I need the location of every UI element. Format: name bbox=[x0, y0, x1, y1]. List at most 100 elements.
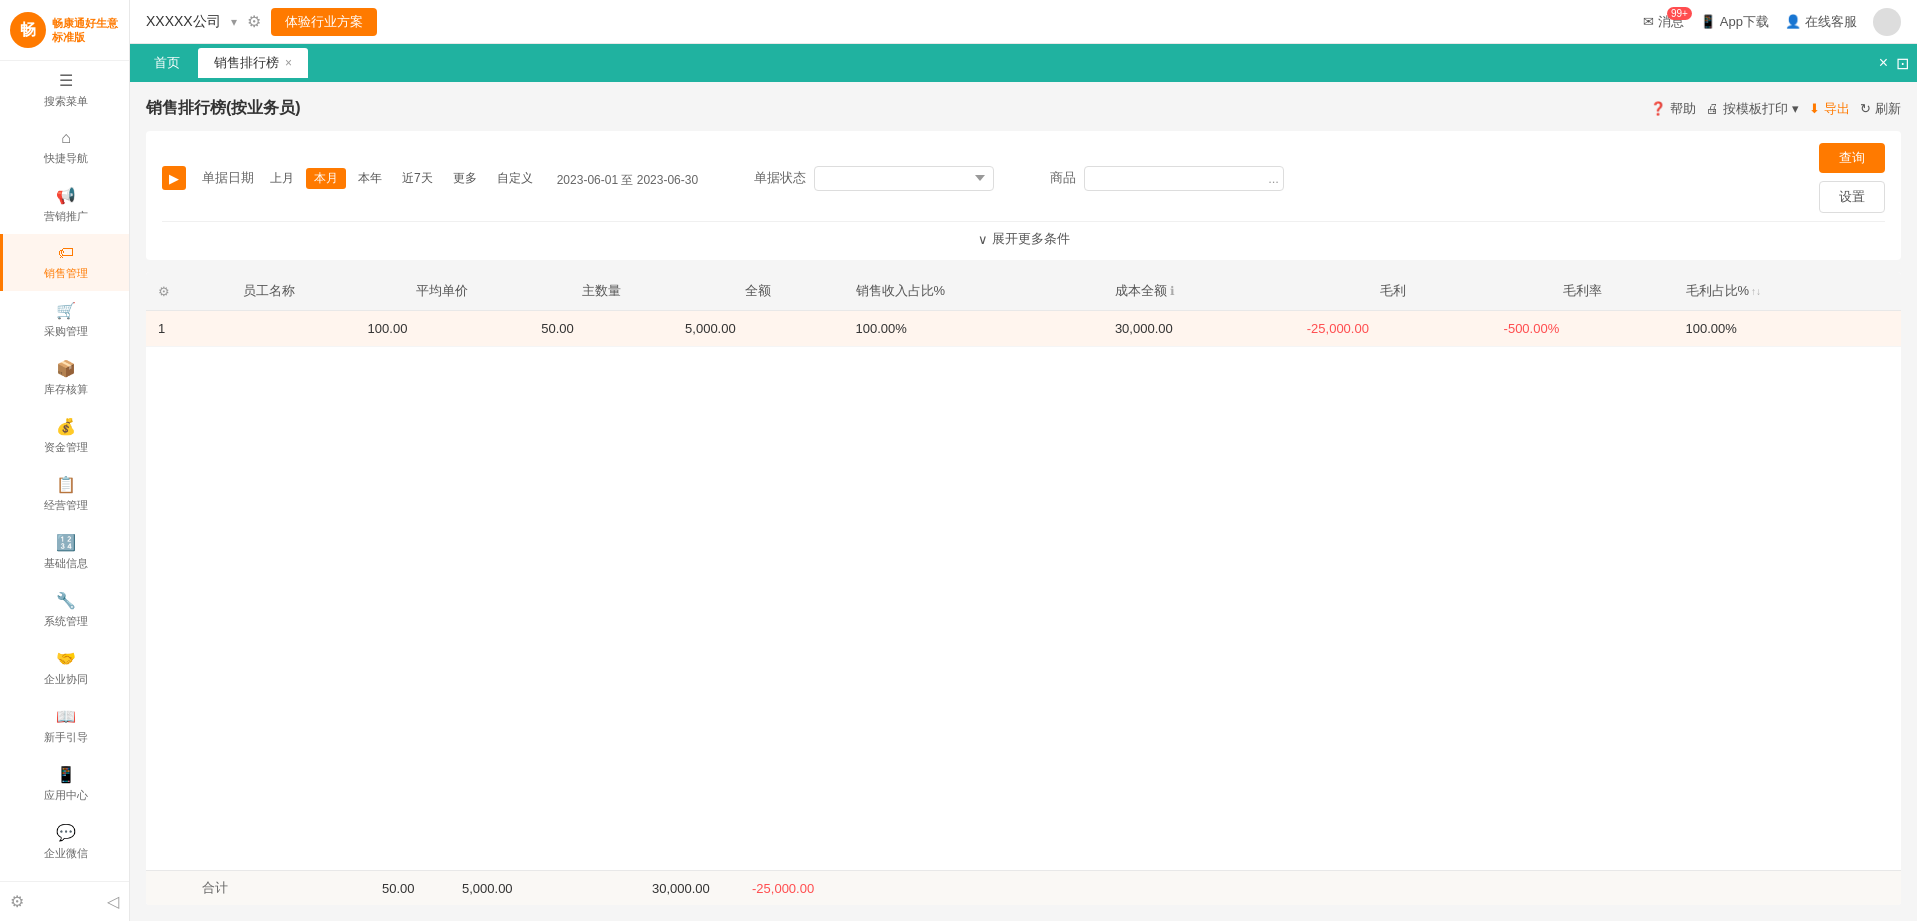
date-option-more[interactable]: 更多 bbox=[445, 168, 485, 189]
sidebar-icon-finance: 💰 bbox=[56, 417, 76, 436]
trial-button[interactable]: 体验行业方案 bbox=[271, 8, 377, 36]
service-icon: 👤 bbox=[1785, 14, 1801, 29]
sidebar-item-app-center[interactable]: 📱 应用中心 bbox=[0, 755, 129, 813]
settings-icon[interactable]: ⚙ bbox=[10, 892, 24, 911]
th-qty: 主数量 bbox=[529, 272, 673, 311]
th-gross: 毛利 bbox=[1295, 272, 1492, 311]
tab-close-icon[interactable]: × bbox=[285, 56, 292, 70]
table-row: 1 100.00 50.00 5,000.00 100.00% 30,000.0… bbox=[146, 311, 1901, 347]
sidebar-item-finance[interactable]: 💰 资金管理 bbox=[0, 407, 129, 465]
sidebar-item-inventory[interactable]: 📦 库存核算 bbox=[0, 349, 129, 407]
sidebar-label-search-order: 搜索菜单 bbox=[44, 94, 88, 109]
cell-name bbox=[182, 311, 356, 347]
app-icon: 📱 bbox=[1700, 14, 1716, 29]
sidebar-icon-sales: 🏷 bbox=[58, 244, 74, 262]
tab-home[interactable]: 首页 bbox=[138, 48, 196, 78]
goods-more-icon[interactable]: ... bbox=[1268, 171, 1279, 186]
status-select[interactable] bbox=[814, 166, 994, 191]
cell-qty: 50.00 bbox=[529, 311, 673, 347]
sidebar-icon-app-center: 📱 bbox=[56, 765, 76, 784]
filter-area: ▶ 单据日期 上月 本月 本年 近7天 更多 自定义 bbox=[146, 131, 1901, 260]
sidebar-label-wechat: 企业微信 bbox=[44, 846, 88, 861]
date-option-this-year[interactable]: 本年 bbox=[350, 168, 390, 189]
help-icon: ❓ bbox=[1650, 101, 1666, 116]
date-option-last-month[interactable]: 上月 bbox=[262, 168, 302, 189]
sidebar-item-guide[interactable]: 📖 新手引导 bbox=[0, 697, 129, 755]
sidebar-item-enterprise[interactable]: 🤝 企业协同 bbox=[0, 639, 129, 697]
sidebar-item-search-order[interactable]: ☰ 搜索菜单 bbox=[0, 61, 129, 119]
app-label: App下载 bbox=[1720, 13, 1769, 31]
collapse-icon[interactable]: ◁ bbox=[107, 892, 119, 911]
print-button[interactable]: 🖨 按模板打印 ▾ bbox=[1706, 100, 1799, 118]
online-service-button[interactable]: 👤 在线客服 bbox=[1785, 13, 1857, 31]
sidebar-item-operation[interactable]: 📋 经营管理 bbox=[0, 465, 129, 523]
date-label: 单据日期 bbox=[202, 169, 254, 187]
filter-more-row: ∨ 展开更多条件 bbox=[162, 221, 1885, 248]
settings-button[interactable]: 设置 bbox=[1819, 181, 1885, 213]
print-icon: 🖨 bbox=[1706, 101, 1719, 116]
sidebar-item-quick-nav[interactable]: ⌂ 快捷导航 bbox=[0, 119, 129, 176]
sidebar-item-member[interactable]: ◇ 畅会员 bbox=[0, 871, 129, 881]
app-download-button[interactable]: 📱 App下载 bbox=[1700, 13, 1769, 31]
sidebar-label-basic-info: 基础信息 bbox=[44, 556, 88, 571]
sidebar-item-wechat[interactable]: 💬 企业微信 bbox=[0, 813, 129, 871]
sidebar-item-system[interactable]: 🔧 系统管理 bbox=[0, 581, 129, 639]
th-gross-pct: 毛利占比% ↑↓ bbox=[1674, 272, 1901, 311]
expand-more-button[interactable]: ∨ 展开更多条件 bbox=[978, 230, 1070, 248]
cell-cost: 30,000.00 bbox=[1103, 311, 1295, 347]
service-label: 在线客服 bbox=[1805, 13, 1857, 31]
date-option-this-month[interactable]: 本月 bbox=[306, 168, 346, 189]
data-table: ⚙ 员工名称 平均单价 主数量 全额 销售收入占比% bbox=[146, 272, 1901, 347]
sidebar-icon-search-order: ☰ bbox=[59, 71, 73, 90]
cell-gross: -25,000.00 bbox=[1295, 311, 1492, 347]
main-area: XXXXX公司 ▾ ⚙ 体验行业方案 ✉ 消息 99+ 📱 App下载 👤 在线… bbox=[130, 0, 1917, 921]
cost-info-icon[interactable]: ℹ bbox=[1170, 284, 1175, 298]
sidebar-item-marketing[interactable]: 📢 营销推广 bbox=[0, 176, 129, 234]
sidebar-item-sales[interactable]: 🏷 销售管理 bbox=[0, 234, 129, 291]
user-avatar[interactable] bbox=[1873, 8, 1901, 36]
date-option-7days[interactable]: 近7天 bbox=[394, 168, 441, 189]
sidebar-item-purchase[interactable]: 🛒 采购管理 bbox=[0, 291, 129, 349]
page-content: 销售排行榜(按业务员) ❓ 帮助 🖨 按模板打印 ▾ ⬇ 导出 bbox=[130, 82, 1917, 921]
status-filter: 单据状态 bbox=[754, 166, 994, 191]
sidebar-icon-basic-info: 🔢 bbox=[56, 533, 76, 552]
filter-expand-arrow[interactable]: ▶ bbox=[162, 166, 186, 190]
sidebar-icon-inventory: 📦 bbox=[56, 359, 76, 378]
export-icon: ⬇ bbox=[1809, 101, 1820, 116]
footer-gross: -25,000.00 bbox=[740, 881, 840, 896]
query-button[interactable]: 查询 bbox=[1819, 143, 1885, 173]
th-sales-pct-sort[interactable]: 销售收入占比% bbox=[856, 282, 1091, 300]
footer-row: 合计 50.00 5,000.00 30,000.00 -25,000.00 bbox=[158, 879, 1889, 897]
goods-input[interactable] bbox=[1084, 166, 1284, 191]
print-dropdown-icon: ▾ bbox=[1792, 101, 1799, 116]
tab-sales-ranking[interactable]: 销售排行榜 × bbox=[198, 48, 308, 78]
message-button[interactable]: ✉ 消息 99+ bbox=[1643, 13, 1684, 31]
page-inner: 销售排行榜(按业务员) ❓ 帮助 🖨 按模板打印 ▾ ⬇ 导出 bbox=[130, 82, 1917, 921]
logo-icon: 畅 bbox=[10, 12, 46, 48]
tab-maximize-icon[interactable]: ⊡ bbox=[1896, 54, 1909, 73]
sidebar-label-sales: 销售管理 bbox=[44, 266, 88, 281]
th-gross-pct-sort[interactable]: 毛利占比% ↑↓ bbox=[1686, 282, 1889, 300]
tab-close-all-icon[interactable]: × bbox=[1879, 54, 1888, 72]
tab-label: 销售排行榜 bbox=[214, 54, 279, 72]
export-button[interactable]: ⬇ 导出 bbox=[1809, 100, 1850, 118]
footer-qty: 50.00 bbox=[370, 881, 450, 896]
page-title: 销售排行榜(按业务员) bbox=[146, 98, 301, 119]
refresh-label: 刷新 bbox=[1875, 100, 1901, 118]
company-name: XXXXX公司 bbox=[146, 13, 221, 31]
expand-more-label: 展开更多条件 bbox=[992, 230, 1070, 248]
header-settings-icon[interactable]: ⚙ bbox=[247, 12, 261, 31]
refresh-button[interactable]: ↻ 刷新 bbox=[1860, 100, 1901, 118]
date-option-custom[interactable]: 自定义 bbox=[489, 168, 541, 189]
sidebar-item-basic-info[interactable]: 🔢 基础信息 bbox=[0, 523, 129, 581]
sidebar-label-quick-nav: 快捷导航 bbox=[44, 151, 88, 166]
sidebar-bottom: ⚙ ◁ bbox=[0, 881, 129, 921]
company-dropdown-icon[interactable]: ▾ bbox=[231, 15, 237, 29]
cell-sales-pct: 100.00% bbox=[844, 311, 1103, 347]
help-button[interactable]: ❓ 帮助 bbox=[1650, 100, 1696, 118]
sidebar-label-guide: 新手引导 bbox=[44, 730, 88, 745]
th-settings[interactable]: ⚙ bbox=[146, 272, 182, 311]
date-range-value: 2023-06-01 至 2023-06-30 bbox=[557, 172, 698, 189]
sidebar-label-enterprise: 企业协同 bbox=[44, 672, 88, 687]
logo-text: 畅康通好生意 标准版 bbox=[52, 16, 118, 45]
